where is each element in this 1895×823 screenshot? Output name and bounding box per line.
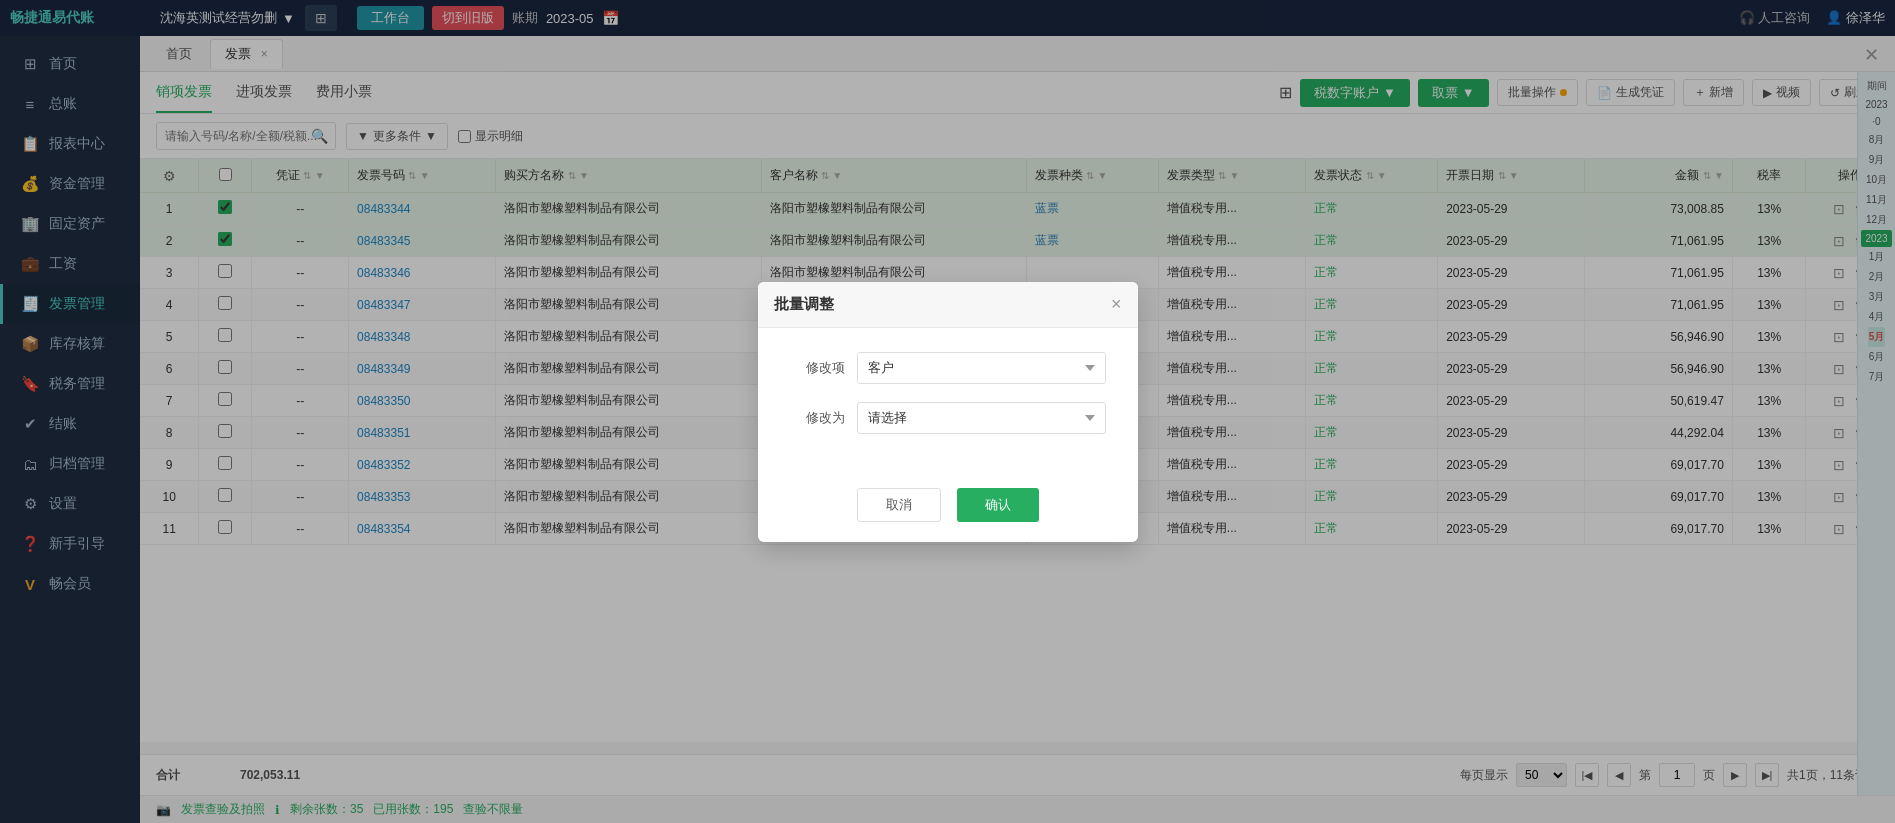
- modal-value-row: 修改为 请选择: [790, 402, 1106, 434]
- modal-close-button[interactable]: ×: [1111, 294, 1122, 315]
- modal-value-select[interactable]: 请选择: [857, 402, 1106, 434]
- modal-confirm-button[interactable]: 确认: [957, 488, 1039, 522]
- modal-header: 批量调整 ×: [758, 282, 1138, 328]
- modal-field-select[interactable]: 客户 购买方名称 开票日期 发票类型 税率: [857, 352, 1106, 384]
- modal-title: 批量调整: [774, 295, 834, 314]
- modal-footer: 取消 确认: [758, 476, 1138, 542]
- modal-value-label: 修改为: [790, 409, 845, 427]
- modal-body: 修改项 客户 购买方名称 开票日期 发票类型 税率 修改为 请选择: [758, 328, 1138, 476]
- modal-field-row: 修改项 客户 购买方名称 开票日期 发票类型 税率: [790, 352, 1106, 384]
- modal-overlay[interactable]: 批量调整 × 修改项 客户 购买方名称 开票日期 发票类型 税率 修改为 请选择: [0, 0, 1895, 823]
- batch-adjust-modal: 批量调整 × 修改项 客户 购买方名称 开票日期 发票类型 税率 修改为 请选择: [758, 282, 1138, 542]
- modal-cancel-button[interactable]: 取消: [857, 488, 941, 522]
- modal-field-label: 修改项: [790, 359, 845, 377]
